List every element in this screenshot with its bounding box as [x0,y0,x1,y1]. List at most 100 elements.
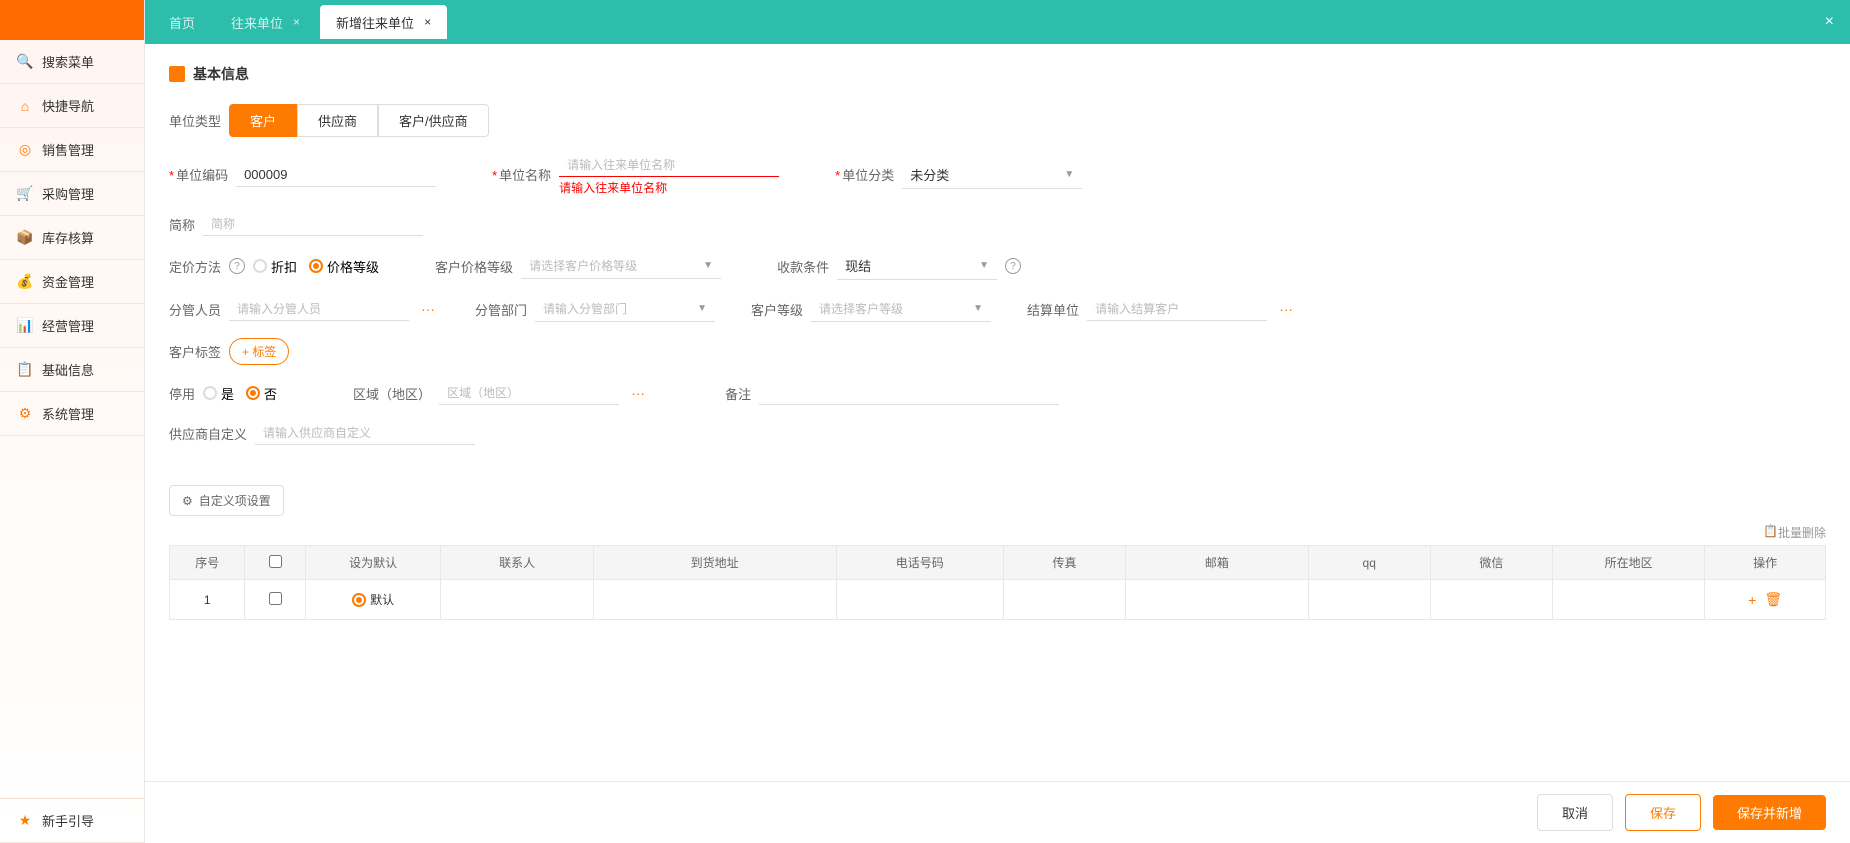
chevron-down-icon5: ▼ [973,303,983,314]
operations-icon: 📊 [16,317,34,335]
unit-code-input[interactable] [236,163,436,187]
fax-input[interactable] [1035,588,1095,611]
payment-terms-label: 收款条件 [777,257,829,276]
payment-terms-select[interactable]: 现结 ▼ [837,252,997,280]
region-more-btn[interactable]: ··· [627,385,649,401]
sidebar-item-search[interactable]: 🔍 搜索菜单 [0,40,144,84]
customer-price-level-field: 客户价格等级 请选择客户价格等级 ▼ [435,253,721,279]
disabled-no-radio[interactable]: 否 [246,384,277,403]
email-input[interactable] [1167,588,1267,611]
row-region [1552,580,1704,620]
row-checkbox[interactable] [269,592,282,605]
region-label: 区域（地区） [353,384,431,403]
sidebar-item-sales[interactable]: ◎ 销售管理 [0,128,144,172]
row-default-radio[interactable]: 默认 [316,591,431,608]
shortname-row: 简称 [169,212,1826,236]
supplier-custom-row: 供应商自定义 [169,421,1826,445]
wx-input[interactable] [1461,588,1521,611]
unit-name-field: *单位名称 请输入往来单位名称 [492,153,779,196]
select-all-checkbox[interactable] [269,555,282,568]
custom-settings-button[interactable]: ⚙ 自定义项设置 [169,485,284,516]
tab-new-partner[interactable]: 新增往来单位 × [320,5,447,39]
sidebar-item-purchase[interactable]: 🛒 采购管理 [0,172,144,216]
customer-tags-field: 客户标签 + 标签 [169,338,289,365]
unit-type-supplier-btn[interactable]: 供应商 [297,104,378,137]
settlement-unit-input[interactable] [1087,297,1267,321]
supplier-custom-input[interactable] [255,421,475,445]
pricing-help-icon[interactable]: ? [229,258,245,274]
col-header-region: 所在地区 [1552,546,1704,580]
customer-price-level-placeholder: 请选择客户价格等级 [529,257,637,274]
sidebar-item-label: 系统管理 [42,404,94,423]
contact-input[interactable] [477,588,557,611]
unit-category-value: 未分类 [910,165,949,184]
sidebar-item-basicinfo[interactable]: 📋 基础信息 [0,348,144,392]
pricing-discount-radio[interactable]: 折扣 [253,257,297,276]
short-name-label: 简称 [169,215,195,234]
sidebar-item-newguide[interactable]: ★ 新手引导 [0,798,144,843]
discount-radio-label: 折扣 [271,257,297,276]
manager-input[interactable] [229,297,409,321]
row-email [1126,580,1308,620]
tab-new-partner-close[interactable]: × [424,15,431,29]
supplier-custom-label: 供应商自定义 [169,424,247,443]
payment-terms-help-icon[interactable]: ? [1005,258,1021,274]
section-basic-info-header: 基本信息 [169,64,1826,84]
manager-more-btn[interactable]: ··· [417,301,439,317]
qq-input[interactable] [1339,588,1399,611]
footer-bar: 取消 保存 保存并新增 [145,781,1850,843]
tab-partner[interactable]: 往来单位 × [215,5,316,39]
chevron-down-icon2: ▼ [703,260,713,271]
customer-price-level-select[interactable]: 请选择客户价格等级 ▼ [521,253,721,279]
supplier-custom-field: 供应商自定义 [169,421,475,445]
manager-row: 分管人员 ··· 分管部门 请输入分管部门 ▼ 客户等级 请选择客户等级 ▼ [169,296,1826,322]
payment-terms-field: 收款条件 现结 ▼ ? [777,252,1021,280]
newguide-icon: ★ [16,812,34,830]
row-default: 默认 [305,580,441,620]
sidebar-item-finance[interactable]: 💰 资金管理 [0,260,144,304]
pricing-level-radio[interactable]: 价格等级 [309,257,379,276]
short-name-input[interactable] [203,212,423,236]
remarks-field: 备注 [725,381,1059,405]
tab-home[interactable]: 首页 [153,5,211,39]
sidebar-item-operations[interactable]: 📊 经营管理 [0,304,144,348]
save-new-button[interactable]: 保存并新增 [1713,795,1826,830]
tab-partner-close[interactable]: × [293,15,300,29]
col-header-default: 设为默认 [305,546,441,580]
customer-level-select[interactable]: 请选择客户等级 ▼ [811,296,991,322]
col-header-op: 操作 [1705,546,1826,580]
cancel-button[interactable]: 取消 [1537,794,1613,831]
row-region-input[interactable] [1589,588,1669,611]
system-icon: ⚙ [16,405,34,423]
unit-name-input[interactable] [559,153,779,177]
unit-category-select[interactable]: 未分类 ▼ [902,161,1082,189]
add-tag-button[interactable]: + 标签 [229,338,289,365]
delete-row-button[interactable]: 🗑 [1764,591,1782,608]
pricing-method-field: 定价方法 ? 折扣 价格等级 [169,257,379,276]
customer-level-field: 客户等级 请选择客户等级 ▼ [751,296,991,322]
addr-input[interactable] [645,588,785,611]
phone-input[interactable] [875,588,965,611]
sidebar-item-quicknav[interactable]: ⌂ 快捷导航 [0,84,144,128]
sidebar-item-inventory[interactable]: 📦 库存核算 [0,216,144,260]
unit-type-customer-btn[interactable]: 客户 [229,104,297,137]
unit-name-error: 请输入往来单位名称 [559,179,779,196]
window-close-button[interactable]: × [1817,13,1842,31]
add-row-button[interactable]: + [1748,592,1756,608]
unit-code-label: *单位编码 [169,165,228,184]
unit-name-input-wrapper: 请输入往来单位名称 [559,153,779,196]
region-field: 区域（地区） ··· [353,381,649,405]
batch-delete-label[interactable]: 批量删除 [1778,524,1826,541]
sidebar-item-system[interactable]: ⚙ 系统管理 [0,392,144,436]
settlement-more-btn[interactable]: ··· [1275,301,1297,317]
department-select[interactable]: 请输入分管部门 ▼ [535,296,715,322]
unit-name-label: *单位名称 [492,165,551,184]
disabled-yes-radio[interactable]: 是 [203,384,234,403]
row-wx [1430,580,1552,620]
yes-radio-circle [203,386,217,400]
customer-price-level-label: 客户价格等级 [435,257,513,276]
save-button[interactable]: 保存 [1625,794,1701,831]
unit-type-both-btn[interactable]: 客户/供应商 [378,104,489,137]
remarks-input[interactable] [759,381,1059,405]
region-input[interactable] [439,381,619,405]
